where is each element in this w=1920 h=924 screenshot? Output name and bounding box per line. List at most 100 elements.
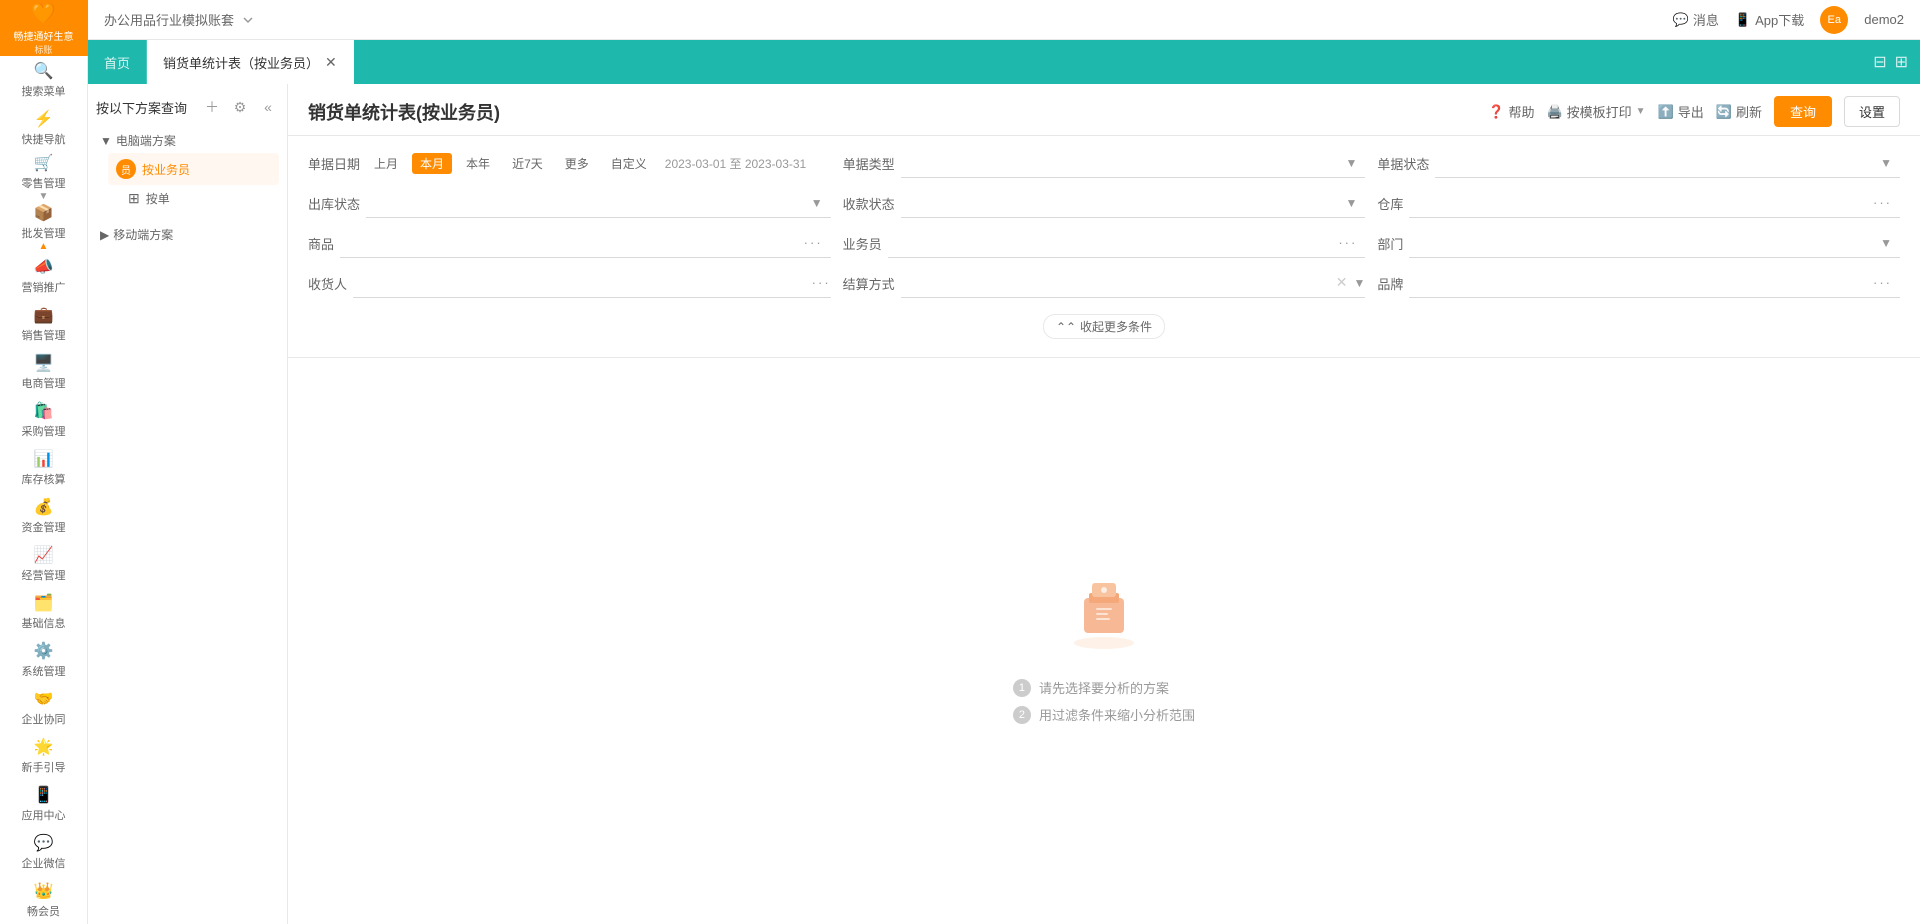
- date-tab-current-year[interactable]: 本年: [458, 153, 498, 174]
- warehouse-select[interactable]: ···: [1409, 188, 1900, 218]
- sidebar-item-appcenter[interactable]: 📱 应用中心: [0, 780, 87, 828]
- sidebar-item-member[interactable]: 👑 畅会员: [0, 876, 87, 924]
- brand-select[interactable]: ···: [1409, 268, 1900, 298]
- window-controls: ⊟ ⊞: [1873, 52, 1920, 72]
- tab-sales-stats[interactable]: 销货单统计表（按业务员） ✕: [147, 40, 354, 84]
- sidebar-item-system[interactable]: ⚙️ 系统管理: [0, 636, 87, 684]
- settings-scheme-btn[interactable]: ⚙: [229, 96, 251, 118]
- collect-status-label: 收款状态: [843, 194, 895, 213]
- user-avatar[interactable]: Ea: [1820, 6, 1848, 34]
- sidebar-item-enterprise[interactable]: 🤝 企业协同: [0, 684, 87, 732]
- sidebar-item-retail[interactable]: 🛒 零售管理 ▼: [0, 152, 87, 202]
- expand-arrow: ▼: [100, 134, 112, 148]
- template-print-btn[interactable]: 🖨️ 按模板打印 ▼: [1546, 102, 1645, 121]
- goods-dots: ···: [804, 235, 823, 250]
- sidebar-item-inventory[interactable]: 📊 库存核算: [0, 444, 87, 492]
- message-btn[interactable]: 💬 消息: [1673, 10, 1719, 29]
- settlement-input[interactable]: [901, 269, 1330, 297]
- date-tab-7days[interactable]: 近7天: [504, 153, 551, 174]
- sidebar-item-search[interactable]: 🔍 搜索菜单: [0, 56, 87, 104]
- tip-text-2: 用过滤条件来缩小分析范围: [1039, 705, 1195, 724]
- collapse-filters-btn[interactable]: ⌃⌃ 收起更多条件: [1043, 314, 1165, 339]
- out-status-select[interactable]: ▼: [366, 188, 831, 218]
- tab-home[interactable]: 首页: [88, 40, 147, 84]
- wechat-icon: 💬: [34, 833, 54, 853]
- goods-select[interactable]: ···: [340, 228, 831, 258]
- sidebar-label-appcenter: 应用中心: [22, 807, 66, 823]
- filter-doc-status: 单据状态 ▼: [1377, 148, 1900, 178]
- mobile-expand-arrow: ▶: [100, 228, 109, 242]
- sidebar-item-wholesale[interactable]: 📦 批发管理 ▲: [0, 202, 87, 252]
- desktop-scheme-section: ▼ 电脑端方案 员 按业务员 ⊞ 按单: [96, 128, 279, 212]
- sidebar-label-marketing: 营销推广: [22, 279, 66, 295]
- sidebar-label-operations: 经营管理: [22, 567, 66, 583]
- breadcrumb-text: 办公用品行业模拟账套: [104, 10, 234, 29]
- export-btn[interactable]: ⬆️ 导出: [1658, 102, 1704, 121]
- doc-status-chevron: ▼: [1880, 156, 1892, 170]
- enterprise-icon: 🤝: [34, 689, 54, 709]
- minimize-btn[interactable]: ⊟: [1873, 52, 1886, 72]
- filter-doc-type: 单据类型 ▼: [843, 148, 1366, 178]
- collect-status-select[interactable]: ▼: [901, 188, 1366, 218]
- retail-icon: 🛒: [34, 153, 54, 173]
- mobile-section-header[interactable]: ▶ 移动端方案: [96, 222, 279, 247]
- dept-select[interactable]: ▼: [1409, 228, 1900, 258]
- tip-text-1: 请先选择要分析的方案: [1039, 678, 1169, 697]
- tab-close-btn[interactable]: ✕: [325, 54, 337, 71]
- collapse-panel-btn[interactable]: «: [257, 96, 279, 118]
- left-panel-title: 按以下方案查询: [96, 98, 187, 117]
- date-range-display: 2023-03-01 至 2023-03-31: [665, 155, 806, 172]
- doc-type-label: 单据类型: [843, 154, 895, 173]
- sidebar-item-operations[interactable]: 📈 经营管理: [0, 540, 87, 588]
- export-icon: ⬆️: [1658, 104, 1674, 120]
- sidebar-item-basic[interactable]: 🗂️ 基础信息: [0, 588, 87, 636]
- doc-status-select[interactable]: ▼: [1435, 148, 1900, 178]
- date-tab-custom[interactable]: 自定义: [603, 153, 655, 174]
- newbie-icon: 🌟: [34, 737, 54, 757]
- help-btn[interactable]: ❓ 帮助: [1488, 102, 1534, 121]
- sidebar: 🧡 畅捷通好生意 标账 🔍 搜索菜单 ⚡ 快捷导航 🛒 零售管理 ▼ 📦 批发管…: [0, 0, 88, 924]
- sidebar-label-search: 搜索菜单: [22, 83, 66, 99]
- app-download-btn[interactable]: 📱 App下载: [1735, 10, 1804, 29]
- sidebar-label-purchase: 采购管理: [22, 423, 66, 439]
- date-tab-current-month[interactable]: 本月: [412, 153, 452, 174]
- sidebar-item-newbie[interactable]: 🌟 新手引导: [0, 732, 87, 780]
- sales-icon: 💼: [34, 305, 54, 325]
- sub-scheme-order[interactable]: ⊞ 按单: [120, 185, 279, 212]
- sidebar-item-purchase[interactable]: 🛍️ 采购管理: [0, 396, 87, 444]
- add-scheme-btn[interactable]: ＋: [201, 96, 223, 118]
- purchase-icon: 🛍️: [34, 401, 54, 421]
- sidebar-item-finance[interactable]: 💰 资金管理: [0, 492, 87, 540]
- date-tab-more[interactable]: 更多: [557, 153, 597, 174]
- print-dropdown-icon: ▼: [1636, 106, 1646, 117]
- maximize-btn[interactable]: ⊞: [1895, 52, 1908, 72]
- sidebar-item-wechat[interactable]: 💬 企业微信: [0, 828, 87, 876]
- recipient-input[interactable]: [353, 269, 812, 297]
- refresh-btn[interactable]: 🔄 刷新: [1716, 102, 1762, 121]
- breadcrumb-dropdown[interactable]: [242, 14, 254, 26]
- date-filter-tabs: 上月 本月 本年 近7天 更多 自定义 2023-03-01 至 2023-03…: [366, 153, 806, 174]
- desktop-section-header[interactable]: ▼ 电脑端方案: [96, 128, 279, 153]
- settlement-clear-btn[interactable]: ✕: [1330, 274, 1354, 291]
- sidebar-item-shortcut[interactable]: ⚡ 快捷导航: [0, 104, 87, 152]
- query-btn[interactable]: 查询: [1774, 96, 1832, 127]
- appcenter-icon: 📱: [34, 785, 54, 805]
- ecommerce-icon: 🖥️: [34, 353, 54, 373]
- sidebar-item-ecommerce[interactable]: 🖥️ 电商管理: [0, 348, 87, 396]
- inventory-icon: 📊: [34, 449, 54, 469]
- settlement-input-wrap: ✕ ▼: [901, 268, 1366, 298]
- tab-bar: 首页 销货单统计表（按业务员） ✕ ⊟ ⊞: [88, 40, 1920, 84]
- date-tab-last-month[interactable]: 上月: [366, 153, 406, 174]
- filter-brand: 品牌 ···: [1377, 268, 1900, 298]
- settings-btn[interactable]: 设置: [1844, 96, 1900, 127]
- sub-order-label: 按单: [146, 190, 170, 207]
- salesperson-select[interactable]: ···: [888, 228, 1366, 258]
- sidebar-item-sales[interactable]: 💼 销售管理: [0, 300, 87, 348]
- print-icon: 🖨️: [1546, 104, 1562, 120]
- sidebar-item-marketing[interactable]: 📣 营销推广: [0, 252, 87, 300]
- user-name: demo2: [1864, 12, 1904, 27]
- sidebar-label-finance: 资金管理: [22, 519, 66, 535]
- scheme-item-salesperson[interactable]: 员 按业务员: [108, 153, 279, 185]
- doc-type-select[interactable]: ▼: [901, 148, 1366, 178]
- sidebar-label-member: 畅会员: [27, 903, 60, 919]
